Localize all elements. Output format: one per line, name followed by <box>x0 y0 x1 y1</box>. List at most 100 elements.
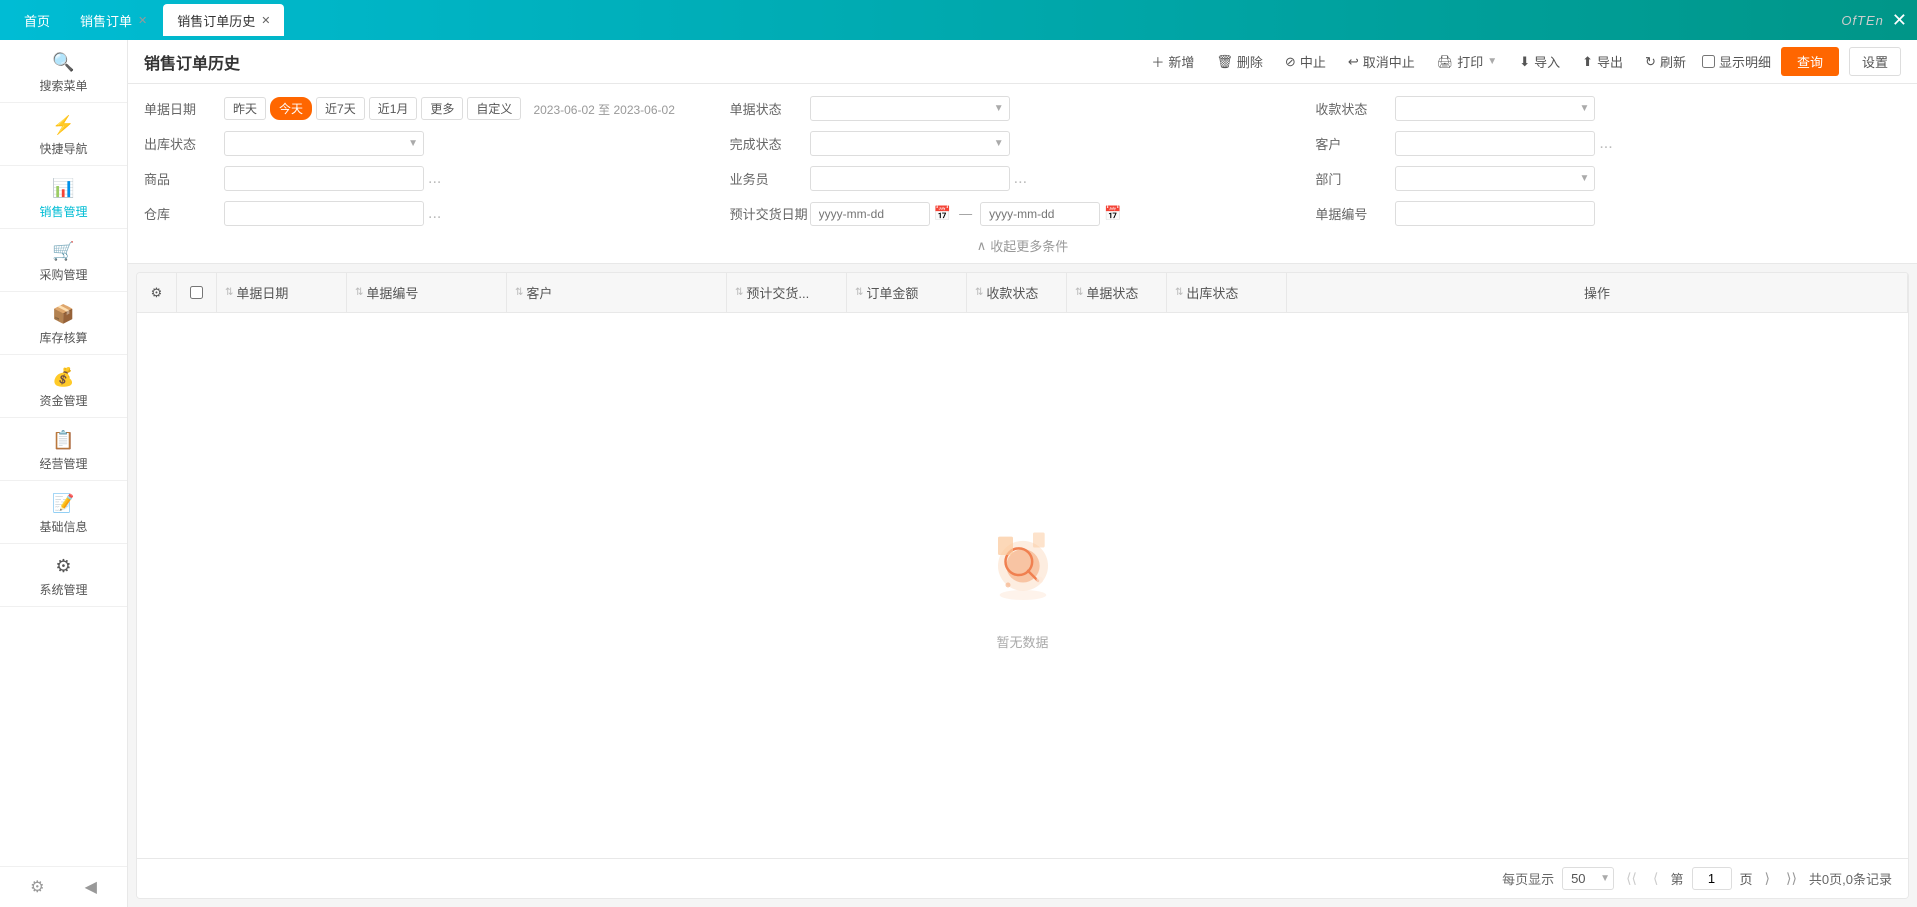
outbound-status-select[interactable] <box>224 131 424 156</box>
refresh-button[interactable]: ↻ 刷新 <box>1639 48 1692 75</box>
goods-input[interactable] <box>224 166 424 191</box>
sidebar-item-inventory[interactable]: 📦 库存核算 <box>0 292 127 355</box>
sort-icon-amount[interactable]: ⇅ <box>855 287 863 298</box>
sidebar-settings-icon[interactable]: ⚙ <box>30 877 44 897</box>
export-icon: ⬆ <box>1582 54 1593 70</box>
first-page-button[interactable]: ⟨⟨ <box>1622 868 1641 889</box>
outbound-status-select-wrap: ▼ <box>224 131 424 156</box>
complete-status-select[interactable] <box>810 131 1010 156</box>
sidebar-item-capital[interactable]: 💰 资金管理 <box>0 355 127 418</box>
warehouse-control: ... <box>224 201 730 226</box>
sort-icon-receipt[interactable]: ⇅ <box>975 287 983 298</box>
sidebar-item-label-inventory: 库存核算 <box>39 329 87 346</box>
btn-7days[interactable]: 近7天 <box>316 97 365 120</box>
th-amount: ⇅ 订单金额 <box>847 273 967 312</box>
next-page-button[interactable]: ⟩ <box>1761 868 1774 889</box>
select-all-checkbox[interactable] <box>190 286 203 299</box>
sidebar-item-operations[interactable]: 📋 经营管理 <box>0 418 127 481</box>
sort-icon-num[interactable]: ⇅ <box>355 287 363 298</box>
expected-date-end[interactable] <box>980 202 1100 226</box>
customer-input[interactable] <box>1395 131 1595 156</box>
department-label: 部门 <box>1315 169 1395 188</box>
receipt-status-select[interactable] <box>1395 96 1595 121</box>
page-input[interactable] <box>1692 867 1732 890</box>
page-header: 销售订单历史 ＋ 新增 🗑 删除 ⊘ 中止 ↩ 取消中止 <box>128 40 1917 84</box>
filter-area: 单据日期 昨天 今天 近7天 近1月 更多 自定义 2023-06-02 至 2… <box>128 84 1917 264</box>
bill-no-input[interactable] <box>1395 201 1595 226</box>
tab-sales-order-history-close[interactable]: ✕ <box>261 14 270 27</box>
export-button[interactable]: ⬆ 导出 <box>1576 48 1629 75</box>
tab-sales-order[interactable]: 销售订单 ✕ <box>66 4 161 36</box>
collapse-label: 收起更多条件 <box>990 236 1068 255</box>
department-select[interactable] <box>1395 166 1595 191</box>
bill-no-label: 单据编号 <box>1315 204 1395 223</box>
sidebar-item-basic-info[interactable]: 📝 基础信息 <box>0 481 127 544</box>
btn-custom[interactable]: 自定义 <box>467 97 521 120</box>
display-toggle-checkbox[interactable] <box>1702 55 1715 68</box>
sort-icon-date[interactable]: ⇅ <box>225 287 233 298</box>
th-outbound: ⇅ 出库状态 <box>1167 273 1287 312</box>
th-settings[interactable]: ⚙ <box>137 273 177 312</box>
bill-status-select[interactable] <box>810 96 1010 121</box>
calendar-end-icon[interactable]: 📅 <box>1104 205 1121 222</box>
delete-button[interactable]: 🗑 删除 <box>1210 48 1269 75</box>
btn-more[interactable]: 更多 <box>421 97 463 120</box>
warehouse-ellipsis-icon[interactable]: ... <box>428 205 441 223</box>
btn-1month[interactable]: 近1月 <box>369 97 418 120</box>
sidebar-item-system[interactable]: ⚙ 系统管理 <box>0 544 127 607</box>
bill-no-control <box>1395 201 1901 226</box>
sidebar-item-quick-nav[interactable]: ⚡ 快捷导航 <box>0 103 127 166</box>
sidebar-bottom: ⚙ ◀ <box>0 866 127 907</box>
toolbar: ＋ 新增 🗑 删除 ⊘ 中止 ↩ 取消中止 🖨 打印 <box>1145 47 1901 76</box>
sidebar-item-label-sales: 销售管理 <box>39 203 87 220</box>
cancel-stop-button[interactable]: ↩ 取消中止 <box>1342 48 1421 75</box>
window-close-button[interactable]: ✕ <box>1892 10 1907 31</box>
main-layout: 🔍 搜索菜单 ⚡ 快捷导航 📊 销售管理 🛒 采购管理 📦 库存核算 💰 资金管… <box>0 40 1917 907</box>
date-label: 单据日期 <box>144 99 224 118</box>
new-button[interactable]: ＋ 新增 <box>1145 48 1200 75</box>
goods-label: 商品 <box>144 169 224 188</box>
settings-button[interactable]: 设置 <box>1849 47 1901 76</box>
sort-icon-outbound[interactable]: ⇅ <box>1175 287 1183 298</box>
th-num: ⇅ 单据编号 <box>347 273 507 312</box>
btn-yesterday[interactable]: 昨天 <box>224 97 266 120</box>
tab-sales-order-close[interactable]: ✕ <box>138 14 147 27</box>
collapse-button[interactable]: ∧ 收起更多条件 <box>977 236 1069 255</box>
settings-gear-icon[interactable]: ⚙ <box>151 285 163 301</box>
page-size-select[interactable]: 50 10 20 100 <box>1562 867 1614 890</box>
last-page-button[interactable]: ⟩⟩ <box>1782 868 1801 889</box>
sort-icon-delivery[interactable]: ⇅ <box>735 287 743 298</box>
th-delivery: ⇅ 预计交货... <box>727 273 847 312</box>
btn-today[interactable]: 今天 <box>270 97 312 120</box>
salesperson-ellipsis-icon[interactable]: ... <box>1014 170 1027 188</box>
sort-icon-customer[interactable]: ⇅ <box>515 287 523 298</box>
sort-icon-status[interactable]: ⇅ <box>1075 287 1083 298</box>
tab-sales-order-history[interactable]: 销售订单历史 ✕ <box>163 4 284 36</box>
tab-home[interactable]: 首页 <box>10 4 64 36</box>
purchase-icon: 🛒 <box>52 241 74 262</box>
receipt-status-select-wrap: ▼ <box>1395 96 1595 121</box>
expected-date-start[interactable] <box>810 202 930 226</box>
import-button[interactable]: ⬇ 导入 <box>1513 48 1566 75</box>
warehouse-input[interactable] <box>224 201 424 226</box>
sidebar-item-search-menu[interactable]: 🔍 搜索菜单 <box>0 40 127 103</box>
date-range-text: 2023-06-02 至 2023-06-02 <box>533 101 674 118</box>
sidebar-item-sales[interactable]: 📊 销售管理 <box>0 166 127 229</box>
query-button[interactable]: 查询 <box>1781 47 1839 76</box>
complete-status-label: 完成状态 <box>730 134 810 153</box>
sidebar-item-purchase[interactable]: 🛒 采购管理 <box>0 229 127 292</box>
customer-ellipsis-icon[interactable]: ... <box>1599 135 1612 153</box>
th-checkbox[interactable] <box>177 273 217 312</box>
bill-status-label: 单据状态 <box>730 99 810 118</box>
calendar-start-icon[interactable]: 📅 <box>934 205 951 222</box>
stop-button[interactable]: ⊘ 中止 <box>1279 48 1332 75</box>
display-toggle[interactable]: 显示明细 <box>1702 52 1771 71</box>
goods-ellipsis-icon[interactable]: ... <box>428 170 441 188</box>
salesperson-input[interactable] <box>810 166 1010 191</box>
prev-page-button[interactable]: ⟨ <box>1649 868 1662 889</box>
sidebar-collapse-icon[interactable]: ◀ <box>85 877 97 897</box>
print-button[interactable]: 🖨 打印 ▼ <box>1431 48 1503 75</box>
stop-icon: ⊘ <box>1285 54 1296 70</box>
operations-icon: 📋 <box>52 430 74 451</box>
inventory-icon: 📦 <box>52 304 74 325</box>
